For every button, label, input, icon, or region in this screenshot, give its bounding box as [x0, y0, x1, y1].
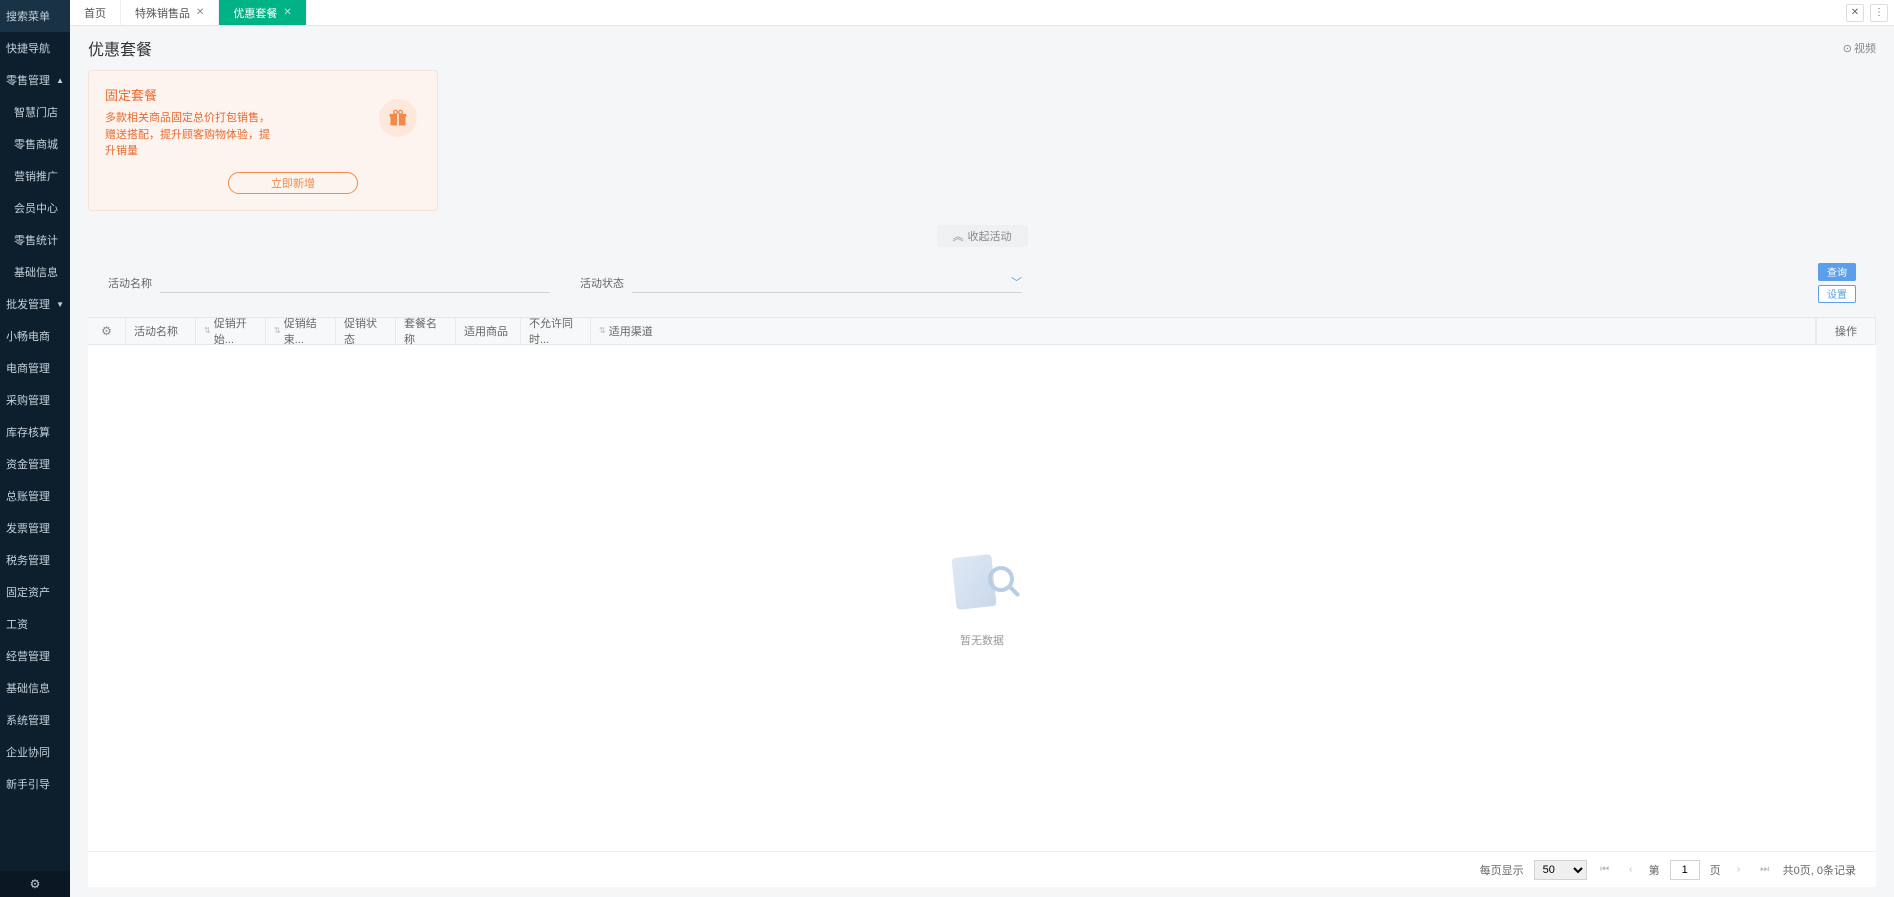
- page-prev[interactable]: ‹: [1623, 862, 1639, 878]
- sidebar-sub-member[interactable]: 会员中心: [0, 192, 70, 224]
- th-op: 操作: [1816, 318, 1876, 344]
- page-label-right: 页: [1710, 862, 1721, 878]
- page-next[interactable]: ›: [1731, 862, 1747, 878]
- empty-illustration: [942, 548, 1022, 618]
- promo-title: 固定套餐: [105, 85, 421, 104]
- sidebar-assets[interactable]: 固定资产: [0, 576, 70, 608]
- per-page-label: 每页显示: [1480, 862, 1524, 878]
- sort-icon: ⇅: [274, 326, 281, 335]
- pager: 每页显示 50 ⏮ ‹ 第 页 › ⏭ 共0页, 0条记录: [88, 851, 1876, 887]
- filters: 活动名称 活动状态 ﹀ 查询 设置: [88, 257, 1876, 317]
- table: ⚙ 活动名称 ⇅促销开始... ⇅促销结束... 促销状态 套餐名称 适用商品 …: [88, 317, 1876, 852]
- page-title: 优惠套餐: [88, 36, 152, 60]
- sidebar-invoice[interactable]: 发票管理: [0, 512, 70, 544]
- page-first[interactable]: ⏮: [1597, 862, 1613, 878]
- sidebar-xiaochang[interactable]: 小畅电商: [0, 320, 70, 352]
- th-end[interactable]: ⇅促销结束...: [266, 318, 336, 344]
- sidebar-inventory[interactable]: 库存核算: [0, 416, 70, 448]
- promo-card: 固定套餐 多款相关商品固定总价打包销售，赠送搭配，提升顾客购物体验，提升销量 立…: [88, 70, 438, 211]
- sidebar-ecommerce[interactable]: 电商管理: [0, 352, 70, 384]
- sidebar-guide[interactable]: 新手引导: [0, 768, 70, 800]
- tabs-more[interactable]: ⋮: [1870, 4, 1888, 22]
- sidebar-sub-basic[interactable]: 基础信息: [0, 256, 70, 288]
- tab-combo[interactable]: 优惠套餐 ✕: [219, 0, 306, 25]
- filter-buttons: 查询 设置: [1818, 263, 1856, 303]
- sidebar-basic2[interactable]: 基础信息: [0, 672, 70, 704]
- th-goods[interactable]: 适用商品: [456, 318, 521, 344]
- th-start[interactable]: ⇅促销开始...: [196, 318, 266, 344]
- gear-icon: ⚙: [30, 877, 41, 891]
- filter-status-label: 活动状态: [580, 275, 624, 291]
- sidebar-purchase[interactable]: 采购管理: [0, 384, 70, 416]
- sidebar-system[interactable]: 系统管理: [0, 704, 70, 736]
- sidebar-wholesale[interactable]: 批发管理▼: [0, 288, 70, 320]
- filter-name: 活动名称: [108, 273, 550, 293]
- gear-icon: ⚙: [101, 324, 112, 338]
- th-combo[interactable]: 套餐名称: [396, 318, 456, 344]
- promo-create-button[interactable]: 立即新增: [228, 172, 358, 194]
- sort-icon: ⇅: [204, 326, 211, 335]
- gift-icon: [379, 99, 417, 137]
- sidebar-sub-marketing[interactable]: 营销推广: [0, 160, 70, 192]
- empty-text: 暂无数据: [960, 632, 1004, 648]
- content: 固定套餐 多款相关商品固定总价打包销售，赠送搭配，提升顾客购物体验，提升销量 立…: [70, 70, 1894, 897]
- sidebar-enterprise[interactable]: 企业协同: [0, 736, 70, 768]
- page-last[interactable]: ⏭: [1757, 862, 1773, 878]
- filter-name-input[interactable]: [160, 273, 550, 293]
- th-notallow[interactable]: 不允许同时...: [521, 318, 591, 344]
- th-channel[interactable]: ⇅适用渠道: [591, 318, 1816, 344]
- close-icon[interactable]: ✕: [196, 7, 204, 18]
- sidebar-sub-mall[interactable]: 零售商城: [0, 128, 70, 160]
- chevron-down-icon: ﹀: [1011, 274, 1022, 290]
- sidebar-quicknav[interactable]: 快捷导航: [0, 32, 70, 64]
- video-link[interactable]: ⊙ 视频: [1843, 40, 1876, 56]
- empty-state: 暂无数据: [88, 345, 1876, 852]
- th-status[interactable]: 促销状态: [336, 318, 396, 344]
- sidebar-sub-stats[interactable]: 零售统计: [0, 224, 70, 256]
- filter-name-label: 活动名称: [108, 275, 152, 291]
- sort-icon: ⇅: [599, 326, 606, 335]
- sidebar-search[interactable]: 搜索菜单: [0, 0, 70, 32]
- per-page-select[interactable]: 50: [1534, 860, 1587, 880]
- sidebar-operation[interactable]: 经营管理: [0, 640, 70, 672]
- table-header: ⚙ 活动名称 ⇅促销开始... ⇅促销结束... 促销状态 套餐名称 适用商品 …: [88, 317, 1876, 345]
- page-summary: 共0页, 0条记录: [1783, 862, 1856, 878]
- chevron-down-icon: ▼: [56, 300, 64, 309]
- sidebar-salary[interactable]: 工资: [0, 608, 70, 640]
- promo-desc: 多款相关商品固定总价打包销售，赠送搭配，提升顾客购物体验，提升销量: [105, 110, 275, 160]
- tabs-close-all[interactable]: ✕: [1846, 4, 1864, 22]
- th-name[interactable]: 活动名称: [126, 318, 196, 344]
- settings-button[interactable]: 设置: [1818, 285, 1856, 303]
- tabs-right: ✕ ⋮: [1846, 0, 1894, 25]
- filter-status: 活动状态 ﹀: [580, 273, 1022, 293]
- page-label-left: 第: [1649, 862, 1660, 878]
- query-button[interactable]: 查询: [1818, 263, 1856, 281]
- play-icon: ⊙: [1843, 42, 1852, 55]
- sidebar-settings[interactable]: ⚙: [0, 871, 70, 897]
- sidebar-ledger[interactable]: 总账管理: [0, 480, 70, 512]
- tabs: 首页 特殊销售品 ✕ 优惠套餐 ✕ ✕ ⋮: [70, 0, 1894, 26]
- collapse-bar: ︽ 收起活动: [937, 225, 1028, 247]
- sidebar-fund[interactable]: 资金管理: [0, 448, 70, 480]
- sidebar: 搜索菜单 快捷导航 零售管理▲ 智慧门店 零售商城 营销推广 会员中心 零售统计…: [0, 0, 70, 897]
- page-input[interactable]: [1670, 860, 1700, 880]
- tab-special[interactable]: 特殊销售品 ✕: [121, 0, 219, 25]
- filter-status-select[interactable]: ﹀: [632, 273, 1022, 293]
- tab-home[interactable]: 首页: [70, 0, 121, 25]
- collapse-button[interactable]: ︽ 收起活动: [937, 225, 1028, 247]
- table-col-settings[interactable]: ⚙: [88, 318, 126, 344]
- page-header: 优惠套餐 ⊙ 视频: [70, 26, 1894, 70]
- main: 首页 特殊销售品 ✕ 优惠套餐 ✕ ✕ ⋮ 优惠套餐 ⊙ 视频 固定套餐 多款相…: [70, 0, 1894, 897]
- sidebar-retail[interactable]: 零售管理▲: [0, 64, 70, 96]
- close-icon[interactable]: ✕: [283, 7, 291, 18]
- sidebar-sub-smartstore[interactable]: 智慧门店: [0, 96, 70, 128]
- double-chevron-up-icon: ︽: [953, 228, 964, 244]
- sidebar-tax[interactable]: 税务管理: [0, 544, 70, 576]
- chevron-up-icon: ▲: [56, 76, 64, 85]
